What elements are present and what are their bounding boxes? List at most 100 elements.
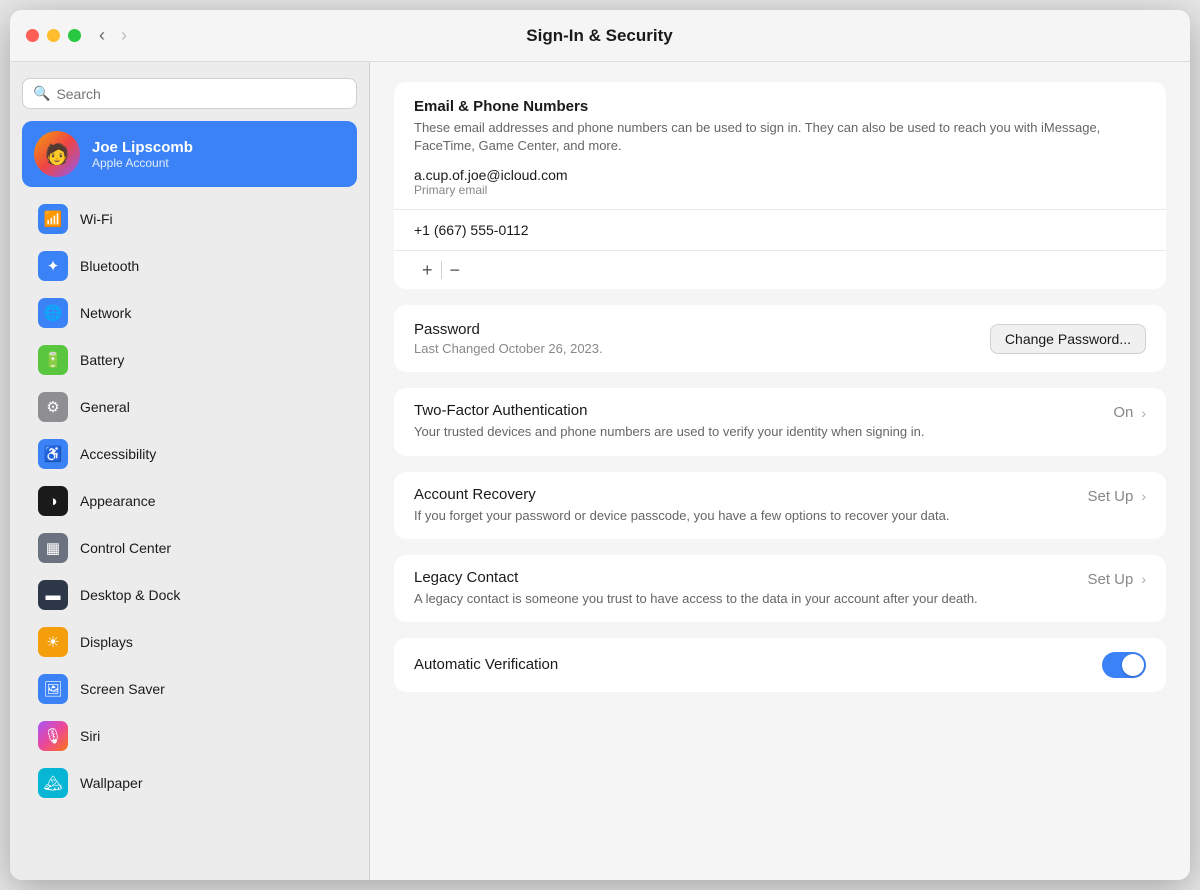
sidebar-label-screen-saver: Screen Saver xyxy=(80,681,165,697)
account-recovery-row[interactable]: Account Recovery If you forget your pass… xyxy=(394,472,1166,539)
sidebar-label-general: General xyxy=(80,399,130,415)
account-recovery-desc: If you forget your password or device pa… xyxy=(414,507,1071,525)
two-factor-title: Two-Factor Authentication xyxy=(414,402,1097,419)
bluetooth-icon: ✦ xyxy=(38,251,68,281)
two-factor-section: Two-Factor Authentication Your trusted d… xyxy=(394,388,1166,455)
sidebar-label-siri: Siri xyxy=(80,728,100,744)
sidebar-item-general[interactable]: ⚙ General xyxy=(18,384,361,430)
sidebar-item-wallpaper[interactable]: 🏔 Wallpaper xyxy=(18,760,361,806)
sidebar-label-desktop-dock: Desktop & Dock xyxy=(80,587,180,603)
screen-saver-icon: 🖼 xyxy=(38,674,68,704)
user-subtitle: Apple Account xyxy=(92,156,345,170)
auto-verification-toggle[interactable] xyxy=(1102,652,1146,678)
avatar: 🧑 xyxy=(34,131,80,177)
sidebar-label-bluetooth: Bluetooth xyxy=(80,258,139,274)
password-info: Password Last Changed October 26, 2023. xyxy=(414,321,603,356)
auto-verification-row: Automatic Verification xyxy=(394,638,1166,692)
sidebar-label-wallpaper: Wallpaper xyxy=(80,775,143,791)
wallpaper-icon: 🏔 xyxy=(38,768,68,798)
account-recovery-status: Set Up xyxy=(1087,488,1133,505)
sidebar-label-accessibility: Accessibility xyxy=(80,446,156,462)
auto-verification-title: Automatic Verification xyxy=(414,656,558,673)
email-section-header: Email & Phone Numbers These email addres… xyxy=(394,82,1166,155)
legacy-contact-right: Set Up › xyxy=(1087,569,1146,588)
control-center-icon: ▦ xyxy=(38,533,68,563)
chevron-icon: › xyxy=(1141,488,1146,504)
accessibility-icon: ♿ xyxy=(38,439,68,469)
search-bar[interactable]: 🔍 xyxy=(22,78,357,109)
sidebar-label-control-center: Control Center xyxy=(80,540,171,556)
email-section-title: Email & Phone Numbers xyxy=(414,98,1146,115)
content-area: Email & Phone Numbers These email addres… xyxy=(370,62,1190,880)
sidebar-item-wifi[interactable]: 📶 Wi-Fi xyxy=(18,196,361,242)
two-factor-left: Two-Factor Authentication Your trusted d… xyxy=(414,402,1097,441)
search-icon: 🔍 xyxy=(33,85,50,102)
sidebar-item-control-center[interactable]: ▦ Control Center xyxy=(18,525,361,571)
email-phone-section: Email & Phone Numbers These email addres… xyxy=(394,82,1166,289)
sidebar: 🔍 🧑 Joe Lipscomb Apple Account 📶 Wi-Fi ✦… xyxy=(10,62,370,880)
page-title: Sign-In & Security xyxy=(25,26,1174,46)
email-label: Primary email xyxy=(414,183,1146,197)
auto-verification-section: Automatic Verification xyxy=(394,638,1166,692)
two-factor-row[interactable]: Two-Factor Authentication Your trusted d… xyxy=(394,388,1166,455)
user-profile[interactable]: 🧑 Joe Lipscomb Apple Account xyxy=(22,121,357,187)
sidebar-items-container: 📶 Wi-Fi ✦ Bluetooth 🌐 Network 🔋 Battery … xyxy=(10,195,369,807)
sidebar-item-accessibility[interactable]: ♿ Accessibility xyxy=(18,431,361,477)
sidebar-item-desktop-dock[interactable]: ▬ Desktop & Dock xyxy=(18,572,361,618)
add-remove-row: + − xyxy=(394,251,1166,289)
phone-entry: +1 (667) 555-0112 xyxy=(394,210,1166,251)
main-window: ‹ › Sign-In & Security 🔍 🧑 Joe Lipscomb … xyxy=(10,10,1190,880)
desktop-dock-icon: ▬ xyxy=(38,580,68,610)
two-factor-right: On › xyxy=(1113,402,1146,421)
password-section: Password Last Changed October 26, 2023. … xyxy=(394,305,1166,372)
user-name: Joe Lipscomb xyxy=(92,139,345,156)
network-icon: 🌐 xyxy=(38,298,68,328)
sidebar-item-appearance[interactable]: ◑ Appearance xyxy=(18,478,361,524)
password-title: Password xyxy=(414,321,603,338)
email-section-desc: These email addresses and phone numbers … xyxy=(414,119,1146,155)
appearance-icon: ◑ xyxy=(38,486,68,516)
account-recovery-section: Account Recovery If you forget your pass… xyxy=(394,472,1166,539)
search-input[interactable] xyxy=(56,86,346,102)
legacy-contact-desc: A legacy contact is someone you trust to… xyxy=(414,590,1071,608)
legacy-contact-left: Legacy Contact A legacy contact is someo… xyxy=(414,569,1071,608)
sidebar-item-network[interactable]: 🌐 Network xyxy=(18,290,361,336)
sidebar-label-appearance: Appearance xyxy=(80,493,156,509)
two-factor-status: On xyxy=(1113,404,1133,421)
sidebar-item-siri[interactable]: 🎙 Siri xyxy=(18,713,361,759)
account-recovery-right: Set Up › xyxy=(1087,486,1146,505)
password-row: Password Last Changed October 26, 2023. … xyxy=(394,305,1166,372)
remove-button[interactable]: − xyxy=(442,259,469,281)
password-subtitle: Last Changed October 26, 2023. xyxy=(414,341,603,356)
wifi-icon: 📶 xyxy=(38,204,68,234)
add-button[interactable]: + xyxy=(414,259,441,281)
sidebar-label-battery: Battery xyxy=(80,352,124,368)
battery-icon: 🔋 xyxy=(38,345,68,375)
change-password-button[interactable]: Change Password... xyxy=(990,324,1146,354)
legacy-contact-status: Set Up xyxy=(1087,571,1133,588)
sidebar-item-screen-saver[interactable]: 🖼 Screen Saver xyxy=(18,666,361,712)
siri-icon: 🎙 xyxy=(38,721,68,751)
sidebar-item-displays[interactable]: ☀ Displays xyxy=(18,619,361,665)
legacy-contact-section: Legacy Contact A legacy contact is someo… xyxy=(394,555,1166,622)
general-icon: ⚙ xyxy=(38,392,68,422)
user-info: Joe Lipscomb Apple Account xyxy=(92,139,345,170)
main-layout: 🔍 🧑 Joe Lipscomb Apple Account 📶 Wi-Fi ✦… xyxy=(10,62,1190,880)
sidebar-label-displays: Displays xyxy=(80,634,133,650)
two-factor-desc: Your trusted devices and phone numbers a… xyxy=(414,423,1097,441)
sidebar-item-battery[interactable]: 🔋 Battery xyxy=(18,337,361,383)
titlebar: ‹ › Sign-In & Security xyxy=(10,10,1190,62)
account-recovery-title: Account Recovery xyxy=(414,486,1071,503)
legacy-contact-row[interactable]: Legacy Contact A legacy contact is someo… xyxy=(394,555,1166,622)
sidebar-label-wifi: Wi-Fi xyxy=(80,211,113,227)
sidebar-label-network: Network xyxy=(80,305,131,321)
displays-icon: ☀ xyxy=(38,627,68,657)
account-recovery-left: Account Recovery If you forget your pass… xyxy=(414,486,1071,525)
email-value: a.cup.of.joe@icloud.com xyxy=(414,167,1146,183)
chevron-icon: › xyxy=(1141,405,1146,421)
sidebar-item-bluetooth[interactable]: ✦ Bluetooth xyxy=(18,243,361,289)
legacy-contact-title: Legacy Contact xyxy=(414,569,1071,586)
toggle-knob xyxy=(1122,654,1144,676)
phone-value: +1 (667) 555-0112 xyxy=(414,222,1146,238)
chevron-icon: › xyxy=(1141,571,1146,587)
